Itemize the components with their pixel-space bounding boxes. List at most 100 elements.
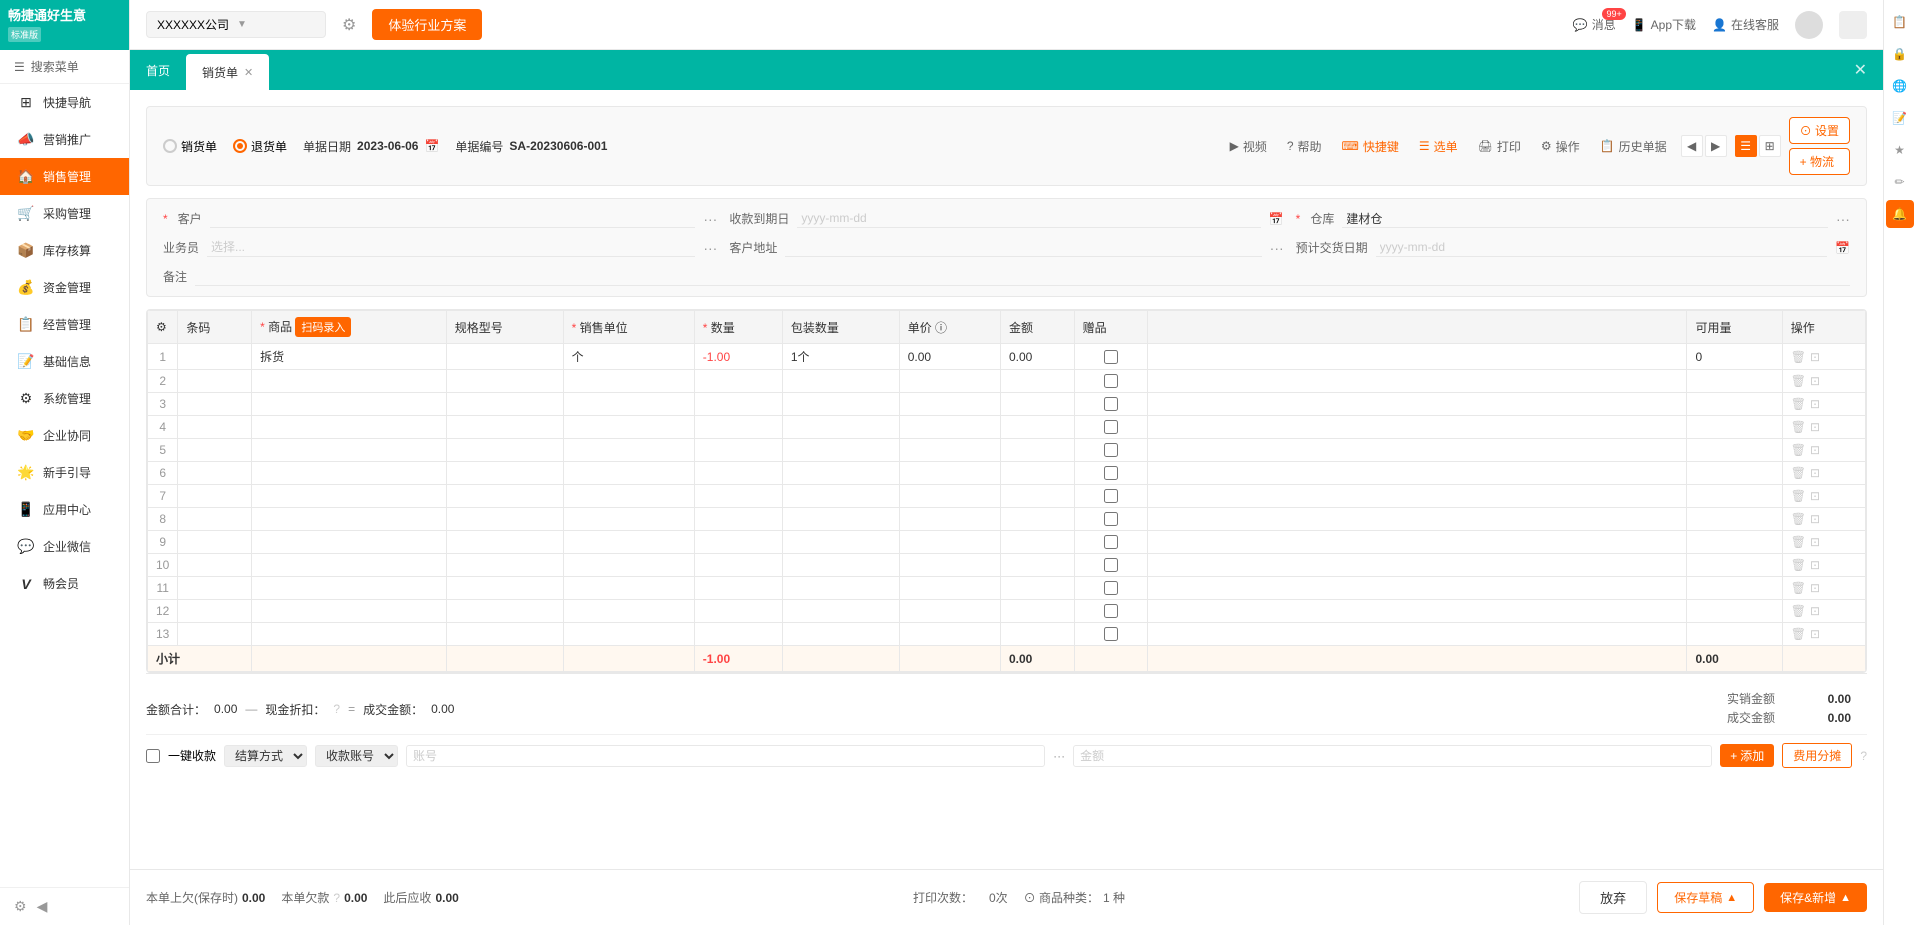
row-gift[interactable] bbox=[1074, 600, 1148, 623]
delete-icon[interactable]: 🗑 bbox=[1791, 350, 1806, 364]
gift-checkbox[interactable] bbox=[1104, 350, 1118, 364]
expected-date-input[interactable] bbox=[1376, 238, 1827, 257]
row-pkg-qty[interactable] bbox=[782, 439, 899, 462]
tool-pencil[interactable]: ✏ bbox=[1886, 168, 1914, 196]
copy-icon[interactable]: ⊡ bbox=[1810, 581, 1820, 595]
row-barcode[interactable] bbox=[178, 416, 252, 439]
row-product[interactable] bbox=[252, 485, 447, 508]
row-product[interactable] bbox=[252, 416, 447, 439]
dots-icon[interactable]: ··· bbox=[1053, 749, 1065, 763]
sidebar-item-marketing[interactable]: 📣 营销推广 bbox=[0, 121, 129, 158]
row-amount[interactable] bbox=[1000, 577, 1074, 600]
sidebar-item-sales[interactable]: 🏠 销售管理 bbox=[0, 158, 129, 195]
row-amount[interactable] bbox=[1000, 370, 1074, 393]
gift-checkbox[interactable] bbox=[1104, 558, 1118, 572]
row-qty[interactable] bbox=[694, 554, 782, 577]
row-pkg-qty[interactable] bbox=[782, 416, 899, 439]
row-amount[interactable]: 0.00 bbox=[1000, 344, 1074, 370]
row-barcode[interactable] bbox=[178, 531, 252, 554]
copy-icon[interactable]: ⊡ bbox=[1810, 627, 1820, 641]
gift-checkbox[interactable] bbox=[1104, 489, 1118, 503]
gift-checkbox[interactable] bbox=[1104, 581, 1118, 595]
row-amount[interactable] bbox=[1000, 600, 1074, 623]
salesperson-input[interactable] bbox=[207, 238, 695, 257]
sidebar-item-coop[interactable]: 🤝 企业协同 bbox=[0, 417, 129, 454]
gift-checkbox[interactable] bbox=[1104, 512, 1118, 526]
setting-button[interactable]: ⊙ 设置 bbox=[1789, 117, 1850, 144]
due-date-input[interactable] bbox=[797, 209, 1260, 228]
row-pkg-qty[interactable] bbox=[782, 370, 899, 393]
row-barcode[interactable] bbox=[178, 439, 252, 462]
row-price[interactable] bbox=[899, 623, 1000, 646]
row-unit[interactable] bbox=[563, 531, 694, 554]
row-amount[interactable] bbox=[1000, 554, 1074, 577]
discard-button[interactable]: 放弃 bbox=[1579, 881, 1647, 914]
row-product[interactable] bbox=[252, 439, 447, 462]
row-product[interactable] bbox=[252, 600, 447, 623]
prev-btn[interactable]: ◀ bbox=[1681, 135, 1703, 157]
row-unit[interactable] bbox=[563, 439, 694, 462]
copy-icon[interactable]: ⊡ bbox=[1810, 489, 1820, 503]
row-unit[interactable] bbox=[563, 508, 694, 531]
collapse-icon[interactable]: ◀ bbox=[37, 898, 48, 915]
row-amount[interactable] bbox=[1000, 508, 1074, 531]
row-price[interactable] bbox=[899, 485, 1000, 508]
row-unit[interactable] bbox=[563, 600, 694, 623]
row-spec[interactable] bbox=[446, 600, 563, 623]
customer-dots[interactable]: ··· bbox=[703, 211, 717, 227]
delete-icon[interactable]: 🗑 bbox=[1791, 604, 1806, 618]
sidebar-item-basic[interactable]: 📝 基础信息 bbox=[0, 343, 129, 380]
tab-sales-order[interactable]: 销货单 ✕ bbox=[186, 54, 269, 90]
row-gift[interactable] bbox=[1074, 577, 1148, 600]
operation-btn[interactable]: ⚙ 操作 bbox=[1535, 136, 1586, 157]
delete-icon[interactable]: 🗑 bbox=[1791, 535, 1806, 549]
radio-return[interactable]: 退货单 bbox=[233, 138, 287, 155]
radio-sales[interactable]: 销货单 bbox=[163, 138, 217, 155]
row-price[interactable] bbox=[899, 393, 1000, 416]
settings-button[interactable]: ⚙ bbox=[342, 15, 356, 35]
payment-account-select[interactable]: 收款账号 bbox=[315, 745, 398, 767]
row-gift[interactable] bbox=[1074, 531, 1148, 554]
row-gift[interactable] bbox=[1074, 485, 1148, 508]
copy-icon[interactable]: ⊡ bbox=[1810, 466, 1820, 480]
row-gift[interactable] bbox=[1074, 462, 1148, 485]
row-gift[interactable] bbox=[1074, 344, 1148, 370]
calendar-icon[interactable]: 📅 bbox=[424, 139, 439, 153]
save-new-button[interactable]: 保存&新增 ▲ bbox=[1764, 883, 1867, 912]
row-gift[interactable] bbox=[1074, 554, 1148, 577]
row-amount[interactable] bbox=[1000, 416, 1074, 439]
row-spec[interactable] bbox=[446, 577, 563, 600]
row-price[interactable] bbox=[899, 370, 1000, 393]
tool-lock[interactable]: 🔒 bbox=[1886, 40, 1914, 68]
row-barcode[interactable] bbox=[178, 554, 252, 577]
row-barcode[interactable] bbox=[178, 344, 252, 370]
row-spec[interactable] bbox=[446, 416, 563, 439]
delete-icon[interactable]: 🗑 bbox=[1791, 627, 1806, 641]
row-price[interactable]: 0.00 bbox=[899, 344, 1000, 370]
note-input[interactable] bbox=[195, 267, 1850, 286]
footer-help-icon[interactable]: ? bbox=[1860, 749, 1867, 763]
copy-icon[interactable]: ⊡ bbox=[1810, 604, 1820, 618]
row-spec[interactable] bbox=[446, 623, 563, 646]
row-pkg-qty[interactable] bbox=[782, 508, 899, 531]
delete-icon[interactable]: 🗑 bbox=[1791, 420, 1806, 434]
row-pkg-qty[interactable] bbox=[782, 554, 899, 577]
amount-input[interactable] bbox=[1073, 745, 1712, 767]
row-pkg-qty[interactable] bbox=[782, 577, 899, 600]
gift-checkbox[interactable] bbox=[1104, 604, 1118, 618]
sidebar-item-wechat[interactable]: 💬 企业微信 bbox=[0, 528, 129, 565]
row-gift[interactable] bbox=[1074, 393, 1148, 416]
row-price[interactable] bbox=[899, 416, 1000, 439]
row-barcode[interactable] bbox=[178, 393, 252, 416]
row-unit[interactable] bbox=[563, 393, 694, 416]
row-pkg-qty[interactable] bbox=[782, 531, 899, 554]
message-item[interactable]: 💬 消息 99+ bbox=[1573, 16, 1616, 33]
row-qty[interactable] bbox=[694, 462, 782, 485]
online-service-item[interactable]: 👤 在线客服 bbox=[1712, 16, 1779, 33]
history-btn[interactable]: 📋 历史单据 bbox=[1594, 136, 1673, 157]
delete-icon[interactable]: 🗑 bbox=[1791, 512, 1806, 526]
row-pkg-qty[interactable] bbox=[782, 600, 899, 623]
print-btn[interactable]: 🖨 打印 bbox=[1472, 136, 1527, 157]
row-qty[interactable] bbox=[694, 439, 782, 462]
row-qty[interactable] bbox=[694, 508, 782, 531]
